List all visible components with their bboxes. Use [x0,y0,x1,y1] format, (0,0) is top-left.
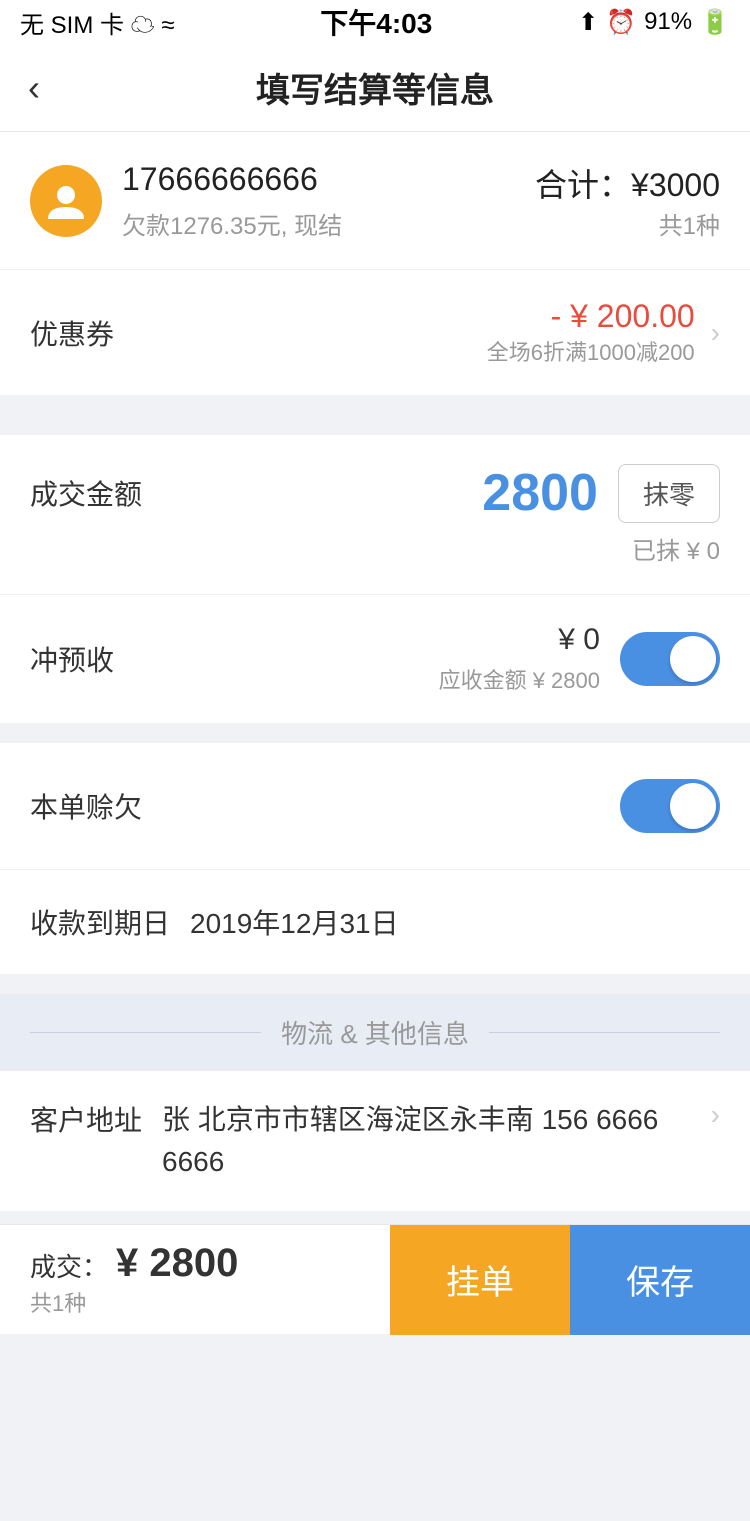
status-bar: 无 SIM 卡 ☁ ≈ 下午4:03 ⬆ ⏰ 91% 🔋 [0,0,750,44]
due-date-row: 收款到期日 2019年12月31日 [0,869,750,974]
footer: 成交： ¥ 2800 共1种 挂单 保存 [0,1224,750,1334]
status-left: 无 SIM 卡 ☁ ≈ [20,5,175,40]
prepay-right: ¥ 0 应收金额 ¥ 2800 [439,623,720,695]
save-button[interactable]: 保存 [570,1225,750,1335]
toggle-knob [670,636,716,682]
hang-button[interactable]: 挂单 [390,1225,570,1335]
footer-deal-row: 成交： ¥ 2800 [30,1241,360,1286]
footer-spacer [0,1411,750,1521]
amount-right: 2800 抹零 [482,463,720,523]
customer-phone: 17666666666 [122,161,342,198]
alarm-icon: ⏰ [606,8,636,37]
coupon-label: 优惠券 [30,313,114,353]
amount-section: 成交金额 2800 抹零 已抹 ¥ 0 [0,435,750,594]
customer-card: 17666666666 欠款1276.35元, 现结 合计：¥3000 共1种 … [0,132,750,395]
header: ‹ 填写结算等信息 [0,44,750,132]
deal-amount-row: 成交金额 2800 抹零 [30,463,720,523]
deal-amount-value: 2800 [482,463,598,523]
prepay-toggle[interactable] [620,632,720,686]
page-title: 填写结算等信息 [256,63,494,112]
footer-deal-amount: ¥ 2800 [116,1241,238,1286]
location-icon: ⬆ [578,8,598,37]
total-value: ¥3000 [631,167,720,203]
prepay-amount: ¥ 0 [439,623,600,657]
prepay-row: 冲预收 ¥ 0 应收金额 ¥ 2800 [0,594,750,723]
due-date-label: 收款到期日 [30,902,170,942]
prepay-receivable: 应收金额 ¥ 2800 [439,663,600,695]
round-button[interactable]: 抹零 [618,464,720,523]
avatar [30,165,102,237]
arrears-section: 本单赊欠 收款到期日 2019年12月31日 [0,743,750,974]
address-row[interactable]: 客户地址 张 北京市市辖区海淀区永丰南 156 6666 6666 › [0,1071,750,1211]
footer-count: 共1种 [30,1286,360,1318]
total-count: 共1种 [535,206,720,241]
customer-left: 17666666666 欠款1276.35元, 现结 [30,161,342,241]
arrears-row: 本单赊欠 [0,743,750,869]
prepay-value: ¥ 0 应收金额 ¥ 2800 [439,623,600,695]
total-label: 合计： [535,167,631,203]
logistics-line-left [30,1032,261,1033]
address-chevron-icon: › [711,1099,720,1131]
battery-icon: 🔋 [700,8,730,37]
customer-debt: 欠款1276.35元, 现结 [122,206,342,241]
customer-row: 17666666666 欠款1276.35元, 现结 合计：¥3000 共1种 [0,132,750,269]
coupon-right: - ¥ 200.00 全场6折满1000减200 › [487,298,720,367]
arrears-label: 本单赊欠 [30,786,142,826]
chevron-right-icon: › [711,317,720,349]
footer-info: 成交： ¥ 2800 共1种 [0,1241,390,1318]
coupon-value: - ¥ 200.00 全场6折满1000减200 [487,298,695,367]
arrears-toggle[interactable] [620,779,720,833]
coupon-desc: 全场6折满1000减200 [487,335,695,367]
prepay-label: 冲预收 [30,639,114,679]
logistics-header: 物流 & 其他信息 [0,994,750,1071]
section-gap-3 [0,974,750,994]
address-content: 张 北京市市辖区海淀区永丰南 156 6666 6666 [162,1099,691,1183]
sim-label: 无 SIM 卡 ☁ ≈ [20,5,175,40]
section-gap-2 [0,723,750,743]
logistics-line-right [489,1032,720,1033]
coupon-row[interactable]: 优惠券 - ¥ 200.00 全场6折满1000减200 › [0,269,750,395]
coupon-amount: - ¥ 200.00 [487,298,695,335]
due-date-value: 2019年12月31日 [190,902,399,942]
battery-label: 91% [644,8,692,36]
customer-total: 合计：¥3000 共1种 [535,160,720,241]
deal-amount-label: 成交金额 [30,473,142,513]
total-amount: 合计：¥3000 [535,160,720,206]
customer-info: 17666666666 欠款1276.35元, 现结 [122,161,342,241]
arrears-toggle-knob [670,783,716,829]
address-label: 客户地址 [30,1099,142,1139]
footer-deal-label: 成交： [30,1247,108,1284]
deal-amount-sub: 已抹 ¥ 0 [30,531,720,566]
section-gap-1 [0,415,750,435]
status-right: ⬆ ⏰ 91% 🔋 [578,8,730,37]
back-button[interactable]: ‹ [28,67,40,109]
status-time: 下午4:03 [320,2,432,42]
logistics-label: 物流 & 其他信息 [281,1014,469,1051]
